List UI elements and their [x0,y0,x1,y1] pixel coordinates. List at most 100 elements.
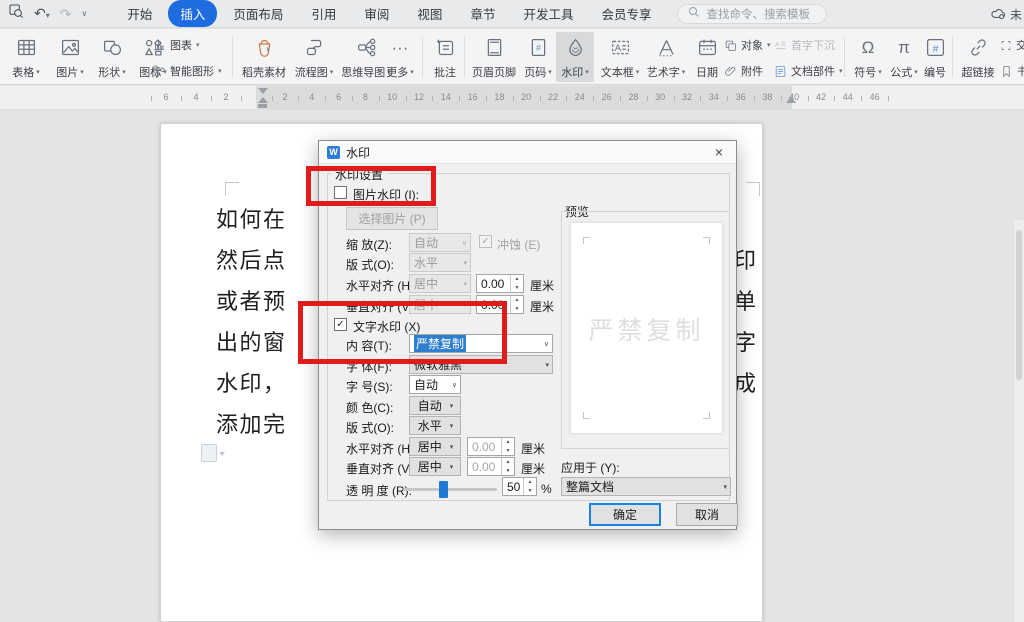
watermark-button[interactable]: 水印▾ [556,32,594,82]
ruler-number: 28 [628,92,638,102]
comment-button[interactable]: 批注 [428,32,462,82]
numbering-icon: # [925,34,946,60]
textbox-button[interactable]: A 文本框▾ [598,32,642,82]
text-valign-select[interactable]: 居中▾ [409,457,461,476]
omega-icon: Ω [862,34,875,60]
ruler-number: 46 [870,92,880,102]
page-options-float-icon[interactable] [201,444,217,462]
opacity-label: 透 明 度 (R): [346,482,412,499]
caret-down-icon: ▾ [463,259,467,267]
text-layout-select[interactable]: 水平▾ [409,416,461,435]
attachment-button[interactable]: 附件 [724,61,771,81]
undo-icon[interactable]: ↶▾ [34,5,50,23]
more-button[interactable]: ··· 更多▾ [382,32,418,82]
opacity-slider[interactable] [403,488,497,491]
doc-text-fragment: 字 [734,325,756,357]
pic-layout-label: 版 式(O): [346,256,394,273]
ok-button[interactable]: 确定 [589,503,661,526]
tab-home[interactable]: 开始 [115,0,164,27]
more-ellipsis-icon: ··· [392,34,409,60]
ribbon-insert: 表格▾ 图片▾ 形状▾ 图标▾ 图表▾ 智能图形▾ [0,29,1024,85]
opacity-slider-handle[interactable] [439,481,448,498]
cancel-button[interactable]: 取消 [676,503,738,526]
right-indent-marker[interactable] [786,96,796,103]
caret-down-icon: ▾ [723,483,727,491]
flowchart-button[interactable]: 流程图▾ [292,32,336,82]
unit-label: 厘米 [521,440,545,457]
text-halign-offset: 0.00▲▼ [467,437,515,456]
picture-button[interactable]: 图片▾ [50,32,90,82]
scrollbar-thumb[interactable] [1016,230,1022,380]
title-bar: ↶▾ ↷ ∨ 开始 插入 页面布局 引用 审阅 视图 章节 开发工具 会员专享 … [0,0,1024,28]
page-number-button[interactable]: # 页码▾ [520,32,556,82]
margin-corner-mark [225,182,239,196]
chart-button[interactable]: 图表▾ [152,35,228,55]
shapes-button[interactable]: 形状▾ [92,32,132,82]
tab-member[interactable]: 会员专享 [589,0,663,27]
header-footer-button[interactable]: 页眉页脚 [468,32,520,82]
cloud-sync-status[interactable]: 未 [991,0,1024,28]
search-input[interactable]: 查找命令、搜索模板 [677,4,827,24]
object-button[interactable]: 对象▾ [724,35,771,55]
tab-view[interactable]: 视图 [405,0,454,27]
print-preview-icon[interactable] [8,3,24,24]
ruler-number: 24 [575,92,585,102]
tab-reference[interactable]: 引用 [299,0,348,27]
text-halign-select[interactable]: 居中▾ [409,437,461,456]
scale-select: 自动∨ [409,233,471,252]
ruler-number: 44 [843,92,853,102]
redo-icon: ↷ [60,7,72,21]
tab-page-layout[interactable]: 页面布局 [221,0,295,27]
ruler-number: 12 [414,92,424,102]
header-footer-icon [484,34,505,60]
tab-dev-tools[interactable]: 开发工具 [511,0,585,27]
apply-to-label: 应用于 (Y): [561,459,620,476]
font-size-select[interactable]: 自动∨ [409,375,461,394]
vertical-scrollbar[interactable] [1014,220,1024,622]
horizontal-ruler[interactable]: 6422468101214161820222426283032343638404… [0,86,1024,110]
tab-insert[interactable]: 插入 [168,0,217,27]
wordart-button[interactable]: 艺术字▾ [644,32,688,82]
dialog-title: 水印 [346,144,370,161]
formula-button[interactable]: π 公式▾ [888,32,920,82]
tab-review[interactable]: 审阅 [352,0,401,27]
smartart-button[interactable]: 智能图形▾ [152,61,228,81]
annotation-box-text-watermark [298,301,507,364]
caret-down-icon: ▾ [330,68,334,76]
table-button[interactable]: 表格▾ [6,32,46,82]
ruler-number: 32 [682,92,692,102]
text-valign-label: 垂直对齐 (V): [346,460,417,477]
apply-to-select[interactable]: 整篇文档▾ [561,477,731,496]
caret-down-icon: ▾ [122,68,126,76]
doc-parts-button[interactable]: 文档部件▾ [774,61,843,81]
docer-material-button[interactable]: 稻壳素材 [238,32,290,82]
spin-up-icon: ▲ [511,275,523,284]
ruler-number: 2 [223,92,228,102]
caret-down-icon: ▾ [878,68,882,76]
ruler-number: 14 [441,92,451,102]
ruler-number: 42 [816,92,826,102]
caret-down-icon: ▾ [682,68,686,76]
crossref-bookmark-stack: 交叉引用 书签 [1000,35,1024,81]
indent-marker[interactable] [258,88,267,108]
opacity-spinner[interactable]: 50▲▼ [502,477,537,496]
cross-reference-button[interactable]: 交叉引用 [1000,35,1024,55]
pic-halign-select: 居中▾ [409,274,471,293]
color-select[interactable]: 自动▾ [409,396,461,415]
ruler-number: 34 [709,92,719,102]
doc-text-line: 或者预 [216,284,287,316]
close-icon[interactable]: × [710,144,728,160]
tab-section[interactable]: 章节 [458,0,507,27]
numbering-button[interactable]: # 编号 [920,32,950,82]
hyperlink-button[interactable]: 超链接 [956,32,1000,82]
pic-halign-offset[interactable]: 0.00▲▼ [476,274,524,293]
date-button[interactable]: 日期 [692,32,722,82]
bookmark-button[interactable]: 书签 [1000,61,1024,81]
svg-text:#: # [932,42,938,54]
toolbar-collapse-icon[interactable]: ∨ [81,9,87,18]
svg-text:#: # [536,43,541,53]
spin-up-icon: ▲ [511,296,523,305]
dialog-title-bar[interactable]: W 水印 × [319,141,736,164]
wps-logo-icon: W [327,146,340,159]
symbol-button[interactable]: Ω 符号▾ [850,32,886,82]
